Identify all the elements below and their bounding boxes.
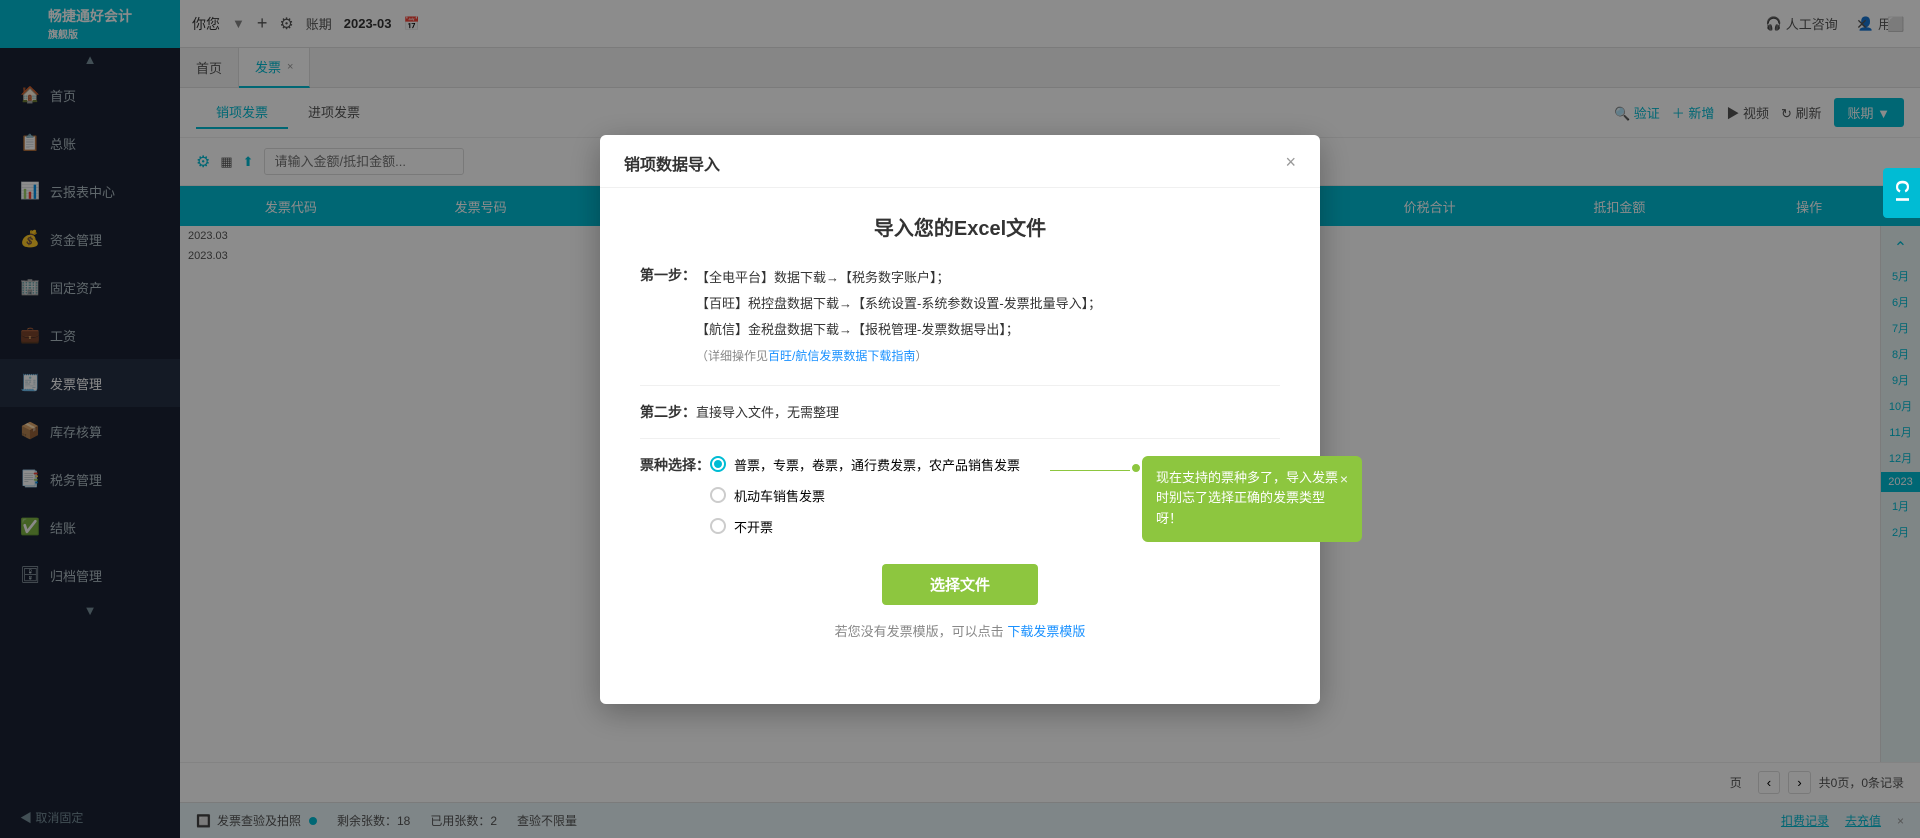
dialog-body: 导入您的Excel文件 第一步： 【全电平台】数据下载→【税务数字账户】； 【百… xyxy=(600,188,1320,664)
step1-note: （详细操作见百旺/航信发票数据下载指南） xyxy=(696,349,927,363)
download-template-link[interactable]: 下载发票模版 xyxy=(1007,624,1085,639)
step1-line1: 【全电平台】数据下载→【税务数字账户】； xyxy=(696,270,950,285)
radio-label-1: 普票，专票，卷票，通行费发票，农产品销售发票 xyxy=(734,455,1020,474)
divider2 xyxy=(640,438,1280,439)
dialog-step2: 第二步： 直接导入文件，无需整理 xyxy=(640,402,1280,422)
dialog-title: 销项数据导入 xyxy=(624,151,720,175)
ci-badge[interactable]: CI xyxy=(1883,168,1920,218)
dialog-footer-note: 若您没有发票模版，可以点击 下载发票模版 xyxy=(640,621,1280,640)
radio-dot-3 xyxy=(710,518,726,534)
radio-label-3: 不开票 xyxy=(734,517,773,536)
step2-content: 直接导入文件，无需整理 xyxy=(696,402,839,421)
dialog-header: 销项数据导入 × xyxy=(600,135,1320,188)
radio-group: 普票，专票，卷票，通行费发票，农产品销售发票 机动车销售发票 不开票 xyxy=(710,455,1020,536)
modal-overlay: 销项数据导入 × 导入您的Excel文件 第一步： 【全电平台】数据下载→【税务… xyxy=(0,0,1920,838)
radio-dot-2 xyxy=(710,487,726,503)
tooltip-close-btn[interactable]: × xyxy=(1340,468,1348,490)
step1-line3: 【航信】金税盘数据下载→【报税管理-发票数据导出】； xyxy=(696,322,1019,337)
radio-option-3[interactable]: 不开票 xyxy=(710,517,1020,536)
step1-content: 【全电平台】数据下载→【税务数字账户】； 【百旺】税控盘数据下载→【系统设置-系… xyxy=(696,265,1101,369)
divider1 xyxy=(640,385,1280,386)
select-file-button[interactable]: 选择文件 xyxy=(882,564,1038,605)
step2-label: 第二步： xyxy=(640,402,696,422)
step1-label: 第一步： xyxy=(640,265,696,285)
radio-option-1[interactable]: 普票，专票，卷票，通行费发票，农产品销售发票 xyxy=(710,455,1020,474)
radio-label-2: 机动车销售发票 xyxy=(734,486,825,505)
import-dialog: 销项数据导入 × 导入您的Excel文件 第一步： 【全电平台】数据下载→【税务… xyxy=(600,135,1320,704)
ticket-label: 票种选择： xyxy=(640,455,710,475)
dialog-close-button[interactable]: × xyxy=(1285,152,1296,173)
dialog-step1: 第一步： 【全电平台】数据下载→【税务数字账户】； 【百旺】税控盘数据下载→【系… xyxy=(640,265,1280,369)
step1-line2: 【百旺】税控盘数据下载→【系统设置-系统参数设置-发票批量导入】； xyxy=(696,296,1101,311)
radio-option-2[interactable]: 机动车销售发票 xyxy=(710,486,1020,505)
ticket-selection: 票种选择： 普票，专票，卷票，通行费发票，农产品销售发票 机动车销售发票 xyxy=(640,455,1280,536)
radio-dot-1 xyxy=(710,456,726,472)
dialog-main-title: 导入您的Excel文件 xyxy=(640,212,1280,241)
step1-guide-link[interactable]: 百旺/航信发票数据下载指南 xyxy=(768,349,915,363)
tooltip-text: 现在支持的票种多了，导入发票时别忘了选择正确的发票类型呀！ xyxy=(1156,470,1338,527)
